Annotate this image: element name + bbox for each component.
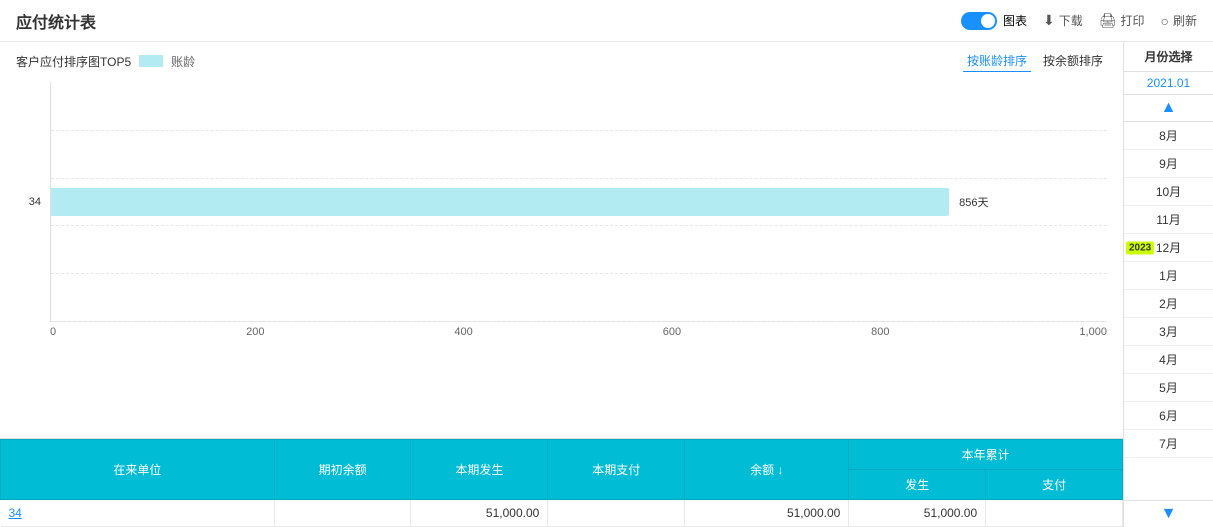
chart-toggle-wrap[interactable]: 图表 <box>961 12 1027 30</box>
download-label: 下载 <box>1059 12 1083 29</box>
chart-toggle-label: 图表 <box>1003 12 1027 29</box>
content-area: 客户应付排序图TOP5 账龄 按账龄排序 按余额排序 <box>0 42 1213 527</box>
chevron-down-icon: ▼ <box>1161 505 1177 523</box>
legend-color-box <box>139 55 163 67</box>
table-section: 在来单位 期初余额 本期发生 本期支付 余额 ↓ 本年累计 发生 支付 <box>0 438 1123 527</box>
x-axis-labels: 0 200 400 600 800 1,000 <box>50 322 1107 338</box>
month-list: 8月 9月 10月 11月 12月 2023 1月 2月 3月 4月 5月 6月… <box>1124 122 1213 500</box>
cell-year-occur: 51,000.00 <box>849 500 986 527</box>
bar-chart: 34 856天 0 200 400 600 800 1,000 <box>50 82 1107 362</box>
month-item-8[interactable]: 8月 <box>1124 122 1213 150</box>
table-header-row1: 在来单位 期初余额 本期发生 本期支付 余额 ↓ 本年累计 <box>1 440 1123 470</box>
chart-area: 34 856天 <box>50 82 1107 322</box>
cell-unit[interactable]: 34 <box>1 500 275 527</box>
cell-current: 51,000.00 <box>411 500 548 527</box>
month-item-5[interactable]: 5月 <box>1124 374 1213 402</box>
x-label-600: 600 <box>663 326 681 338</box>
bar-y-label: 34 <box>16 196 41 208</box>
x-label-800: 800 <box>871 326 889 338</box>
cell-pay <box>548 500 685 527</box>
month-item-2[interactable]: 2月 <box>1124 290 1213 318</box>
refresh-label: 刷新 <box>1173 12 1197 29</box>
col-header-unit: 在来单位 <box>1 440 275 500</box>
month-item-10[interactable]: 10月 <box>1124 178 1213 206</box>
chart-body: 34 856天 0 200 400 600 800 1,000 <box>0 72 1123 438</box>
x-label-0: 0 <box>50 326 56 338</box>
legend-title: 客户应付排序图TOP5 <box>16 53 131 70</box>
sidebar-nav-down-button[interactable]: ▼ <box>1124 500 1213 527</box>
header: 应付统计表 图表 ⬇ 下载 🖨 打印 ○ 刷新 <box>0 0 1213 42</box>
chart-section: 客户应付排序图TOP5 账龄 按账龄排序 按余额排序 <box>0 42 1123 527</box>
chevron-up-icon: ▲ <box>1161 99 1177 117</box>
x-label-200: 200 <box>246 326 264 338</box>
balance-sort-icon: ↓ <box>777 463 783 477</box>
download-button[interactable]: ⬇ 下载 <box>1043 12 1083 29</box>
sidebar-current-year[interactable]: 2021.01 <box>1124 72 1213 95</box>
col-header-year-pay: 支付 <box>986 470 1123 500</box>
sort-buttons: 按账龄排序 按余额排序 <box>963 50 1107 72</box>
month-item-12[interactable]: 12月 2023 <box>1124 234 1213 262</box>
chart-toggle[interactable] <box>961 12 997 30</box>
sort-by-account-button[interactable]: 按账龄排序 <box>963 50 1031 72</box>
refresh-icon: ○ <box>1161 13 1169 29</box>
header-actions: 图表 ⬇ 下载 🖨 打印 ○ 刷新 <box>961 12 1197 30</box>
month-item-3[interactable]: 3月 <box>1124 318 1213 346</box>
cell-balance: 51,000.00 <box>685 500 849 527</box>
table-row: 34 51,000.00 51,000.00 51,000.00 <box>1 500 1123 527</box>
chart-header: 客户应付排序图TOP5 账龄 按账龄排序 按余额排序 <box>0 42 1123 72</box>
month-item-6[interactable]: 6月 <box>1124 402 1213 430</box>
month-item-11[interactable]: 11月 <box>1124 206 1213 234</box>
main-container: 应付统计表 图表 ⬇ 下载 🖨 打印 ○ 刷新 <box>0 0 1213 527</box>
col-header-year: 本年累计 <box>849 440 1123 470</box>
chart-legend: 客户应付排序图TOP5 账龄 <box>16 53 195 70</box>
month-item-7[interactable]: 7月 <box>1124 430 1213 458</box>
col-header-balance: 余额 ↓ <box>685 440 849 500</box>
print-button[interactable]: 🖨 打印 <box>1099 12 1145 29</box>
month-item-9[interactable]: 9月 <box>1124 150 1213 178</box>
bar-end-label: 856天 <box>959 194 988 210</box>
page-title: 应付统计表 <box>16 9 96 33</box>
col-header-year-occur: 发生 <box>849 470 986 500</box>
bar-fill <box>51 188 949 216</box>
right-sidebar: 月份选择 2021.01 ▲ 8月 9月 10月 11月 12月 2023 1月… <box>1123 42 1213 527</box>
download-icon: ⬇ <box>1043 12 1055 29</box>
year-badge: 2023 <box>1126 241 1154 254</box>
data-table: 在来单位 期初余额 本期发生 本期支付 余额 ↓ 本年累计 发生 支付 <box>0 439 1123 527</box>
table-body: 34 51,000.00 51,000.00 51,000.00 <box>1 500 1123 527</box>
x-label-400: 400 <box>454 326 472 338</box>
cell-period-balance <box>274 500 411 527</box>
sidebar-nav-up-button[interactable]: ▲ <box>1124 95 1213 122</box>
print-icon: 🖨 <box>1099 12 1117 29</box>
print-label: 打印 <box>1121 12 1145 29</box>
legend-color-label: 账龄 <box>171 53 195 70</box>
cell-year-pay <box>986 500 1123 527</box>
col-header-pay: 本期支付 <box>548 440 685 500</box>
x-label-1000: 1,000 <box>1079 326 1107 338</box>
month-item-1[interactable]: 1月 <box>1124 262 1213 290</box>
col-header-period: 期初余额 <box>274 440 411 500</box>
sort-by-amount-button[interactable]: 按余额排序 <box>1039 50 1107 72</box>
sidebar-header: 月份选择 <box>1124 42 1213 72</box>
refresh-button[interactable]: ○ 刷新 <box>1161 12 1197 29</box>
col-header-current: 本期发生 <box>411 440 548 500</box>
month-item-4[interactable]: 4月 <box>1124 346 1213 374</box>
